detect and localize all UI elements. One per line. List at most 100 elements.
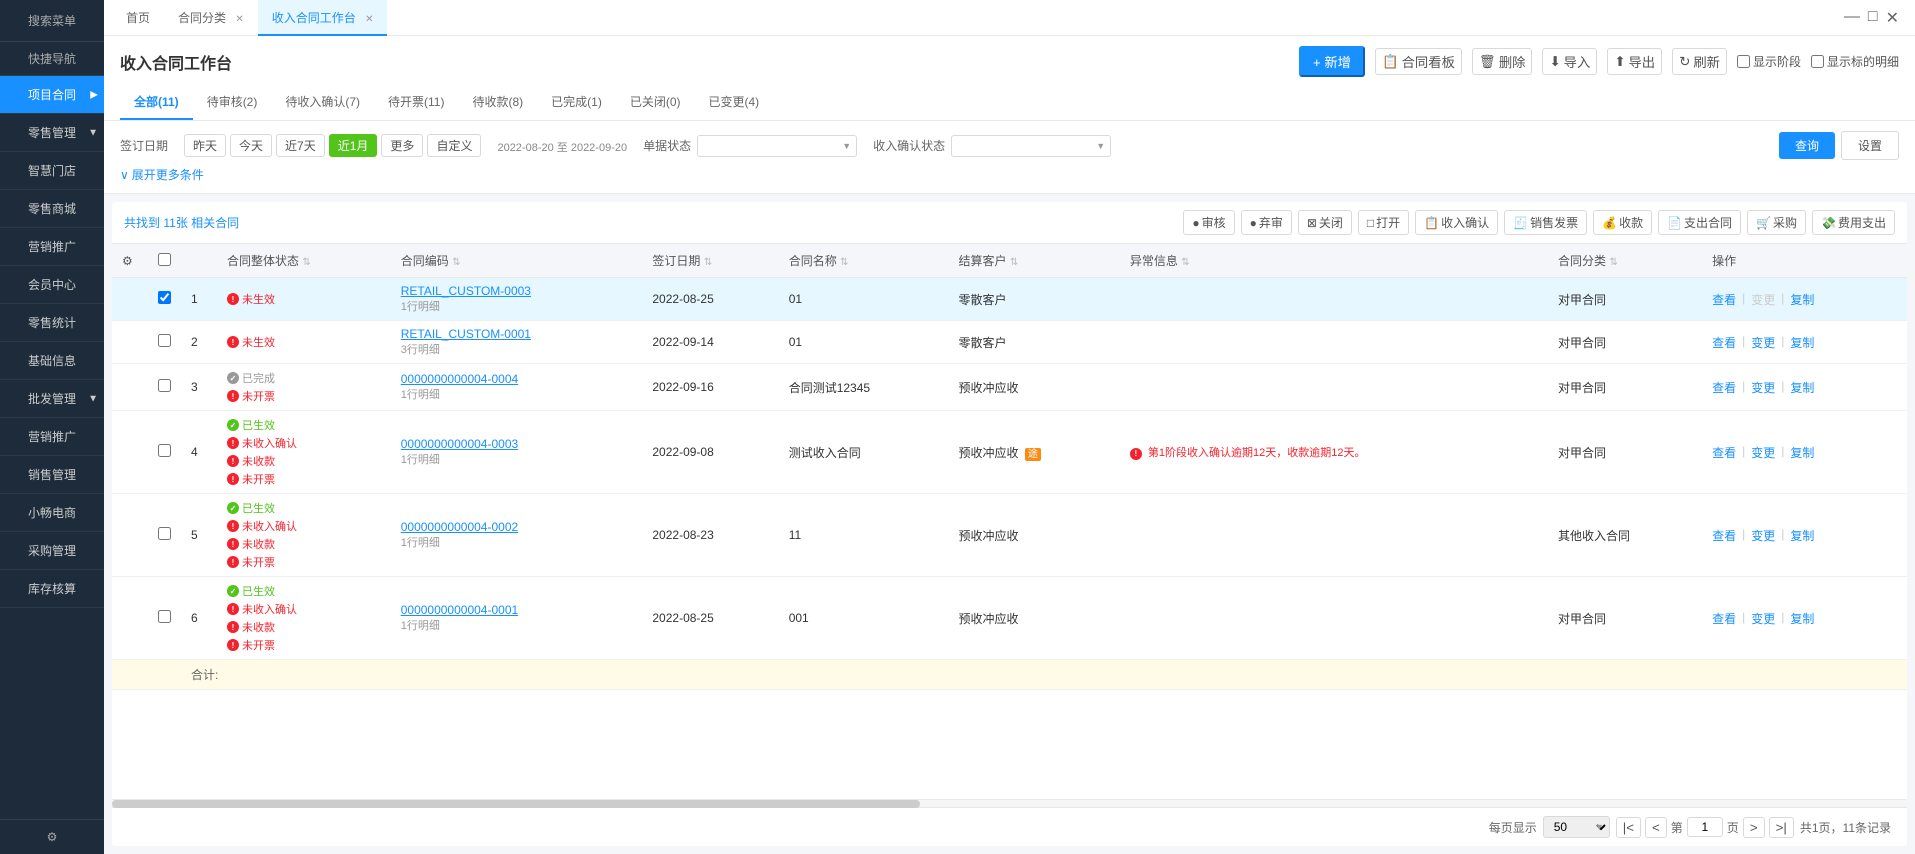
op-abandon-button[interactable]: ● 弃审 (1241, 210, 1292, 235)
sidebar-item-marketing2[interactable]: 营销推广 (0, 418, 104, 456)
copy-action-btn[interactable]: 复制 (1790, 334, 1814, 351)
col-sign-date-header[interactable]: 签订日期 ⇅ (642, 244, 778, 278)
show-flag-detail-checkbox[interactable]: 显示标的明细 (1811, 53, 1899, 70)
copy-action-btn[interactable]: 复制 (1790, 444, 1814, 461)
copy-action-btn[interactable]: 复制 (1790, 527, 1814, 544)
col-checkbox-header[interactable] (148, 244, 181, 278)
sidebar-item-inventory[interactable]: 库存核算 (0, 570, 104, 608)
delete-button[interactable]: 🗑 删除 (1472, 48, 1533, 75)
data-table[interactable]: ⚙ 合同整体状态 ⇅ 合同编码 ⇅ 签订日期 ⇅ 合同名称 ⇅ 结算客户 ⇅ 异… (112, 244, 1907, 799)
filter-tab-pending-invoice[interactable]: 待开票(11) (374, 85, 458, 120)
sidebar-item-basic[interactable]: 基础信息 (0, 342, 104, 380)
date-btn-more[interactable]: 更多 (381, 134, 423, 157)
contract-code-link[interactable]: RETAIL_CUSTOM-0001 (401, 327, 633, 341)
change-action-btn[interactable]: 变更 (1751, 527, 1775, 544)
view-action-btn[interactable]: 查看 (1712, 291, 1736, 308)
page-first-button[interactable]: |< (1616, 817, 1641, 838)
filter-setting-button[interactable]: 设置 (1841, 131, 1899, 160)
change-action-btn[interactable]: 变更 (1751, 444, 1775, 461)
date-btn-today[interactable]: 今天 (230, 134, 272, 157)
sidebar-search[interactable]: 搜索菜单 (0, 0, 104, 42)
show-stage-checkbox[interactable]: 显示阶段 (1737, 53, 1801, 70)
date-btn-7days[interactable]: 近7天 (276, 134, 325, 157)
sidebar-item-online-store[interactable]: 零售商城 (0, 190, 104, 228)
page-size-wrapper[interactable]: 10 20 50 100 (1543, 816, 1610, 838)
export-button[interactable]: ⬆ 导出 (1607, 48, 1662, 75)
income-confirm-status-wrapper[interactable] (951, 135, 1111, 157)
code-sort-icon[interactable]: ⇅ (452, 257, 460, 268)
copy-action-btn[interactable]: 复制 (1790, 291, 1814, 308)
op-income-confirm-button[interactable]: 📋 收入确认 (1415, 210, 1498, 235)
op-expense-pay-button[interactable]: 💸 费用支出 (1812, 210, 1895, 235)
income-confirm-status-select[interactable] (951, 135, 1111, 157)
change-action-btn[interactable]: 变更 (1751, 334, 1775, 351)
contract-board-button[interactable]: 📋 合同看板 (1375, 48, 1462, 75)
import-button[interactable]: ⬇ 导入 (1542, 48, 1597, 75)
tab-close-income-workbench[interactable]: ✕ (365, 14, 373, 25)
copy-action-btn[interactable]: 复制 (1790, 610, 1814, 627)
page-prev-button[interactable]: < (1645, 817, 1667, 838)
error-sort-icon[interactable]: ⇅ (1181, 257, 1189, 268)
scrollbar-thumb[interactable] (112, 800, 920, 808)
op-collection-button[interactable]: 💰 收款 (1593, 210, 1652, 235)
row-select-checkbox[interactable] (158, 444, 171, 457)
page-last-button[interactable]: >| (1769, 817, 1794, 838)
contract-code-link[interactable]: 0000000000004-0001 (401, 603, 633, 617)
status-sort-icon[interactable]: ⇅ (302, 257, 310, 268)
op-review-button[interactable]: ● 审核 (1183, 210, 1234, 235)
document-status-select[interactable] (697, 135, 857, 157)
contract-code-link[interactable]: 0000000000004-0002 (401, 520, 633, 534)
col-code-header[interactable]: 合同编码 ⇅ (391, 244, 643, 278)
row-select-checkbox[interactable] (158, 291, 171, 304)
col-name-header[interactable]: 合同名称 ⇅ (779, 244, 949, 278)
date-btn-yesterday[interactable]: 昨天 (184, 134, 226, 157)
col-status-header[interactable]: 合同整体状态 ⇅ (217, 244, 391, 278)
contract-code-link[interactable]: RETAIL_CUSTOM-0003 (401, 284, 633, 298)
filter-tab-pending-collection[interactable]: 待收款(8) (458, 85, 537, 120)
sidebar-item-purchase[interactable]: 采购管理 (0, 532, 104, 570)
view-action-btn[interactable]: 查看 (1712, 334, 1736, 351)
view-action-btn[interactable]: 查看 (1712, 527, 1736, 544)
show-flag-detail-input[interactable] (1811, 55, 1824, 68)
col-category-header[interactable]: 合同分类 ⇅ (1548, 244, 1702, 278)
sidebar-item-retail[interactable]: 零售管理 (0, 114, 104, 152)
date-btn-1month[interactable]: 近1月 (329, 134, 378, 157)
view-action-btn[interactable]: 查看 (1712, 379, 1736, 396)
sidebar-item-wholesale[interactable]: 批发管理 (0, 380, 104, 418)
filter-tab-closed[interactable]: 已关闭(0) (616, 85, 695, 120)
horizontal-scrollbar[interactable] (112, 799, 1907, 807)
op-close-button[interactable]: ⊠ 关闭 (1298, 210, 1352, 235)
row-select-checkbox[interactable] (158, 527, 171, 540)
sidebar-quick-nav[interactable]: 快捷导航 (0, 42, 104, 76)
op-purchase-button[interactable]: 🛒 采购 (1747, 210, 1806, 235)
filter-tab-all[interactable]: 全部(11) (120, 85, 193, 120)
date-btn-custom[interactable]: 自定义 (427, 134, 481, 157)
row-checkbox[interactable] (148, 577, 181, 660)
select-all-checkbox[interactable] (158, 253, 171, 266)
name-sort-icon[interactable]: ⇅ (840, 257, 848, 268)
filter-tab-pending-income-confirm[interactable]: 待收入确认(7) (271, 85, 374, 120)
filter-tab-pending-review[interactable]: 待审核(2) (193, 85, 272, 120)
sidebar-item-marketing[interactable]: 营销推广 (0, 228, 104, 266)
document-status-wrapper[interactable] (697, 135, 857, 157)
row-select-checkbox[interactable] (158, 379, 171, 392)
tab-income-workbench[interactable]: 收入合同工作台 ✕ (258, 0, 388, 36)
maximize-button[interactable]: □ (1868, 8, 1878, 28)
refresh-button[interactable]: ↻ 刷新 (1672, 48, 1727, 75)
customer-sort-icon[interactable]: ⇅ (1010, 257, 1018, 268)
row-checkbox[interactable] (148, 364, 181, 411)
op-open-button[interactable]: □ 打开 (1358, 210, 1409, 235)
col-customer-header[interactable]: 结算客户 ⇅ (948, 244, 1119, 278)
query-button[interactable]: 查询 (1779, 132, 1835, 159)
op-expense-contract-button[interactable]: 📄 支出合同 (1658, 210, 1741, 235)
change-action-btn[interactable]: 变更 (1751, 379, 1775, 396)
tab-contract-cat[interactable]: 合同分类 ✕ (164, 0, 258, 36)
page-size-select[interactable]: 10 20 50 100 (1543, 816, 1610, 838)
row-checkbox[interactable] (148, 494, 181, 577)
op-sales-invoice-button[interactable]: 🧾 销售发票 (1504, 210, 1587, 235)
col-settings-header[interactable]: ⚙ (112, 244, 148, 278)
page-next-button[interactable]: > (1743, 817, 1765, 838)
close-button[interactable]: ✕ (1886, 8, 1899, 28)
view-action-btn[interactable]: 查看 (1712, 610, 1736, 627)
copy-action-btn[interactable]: 复制 (1790, 379, 1814, 396)
